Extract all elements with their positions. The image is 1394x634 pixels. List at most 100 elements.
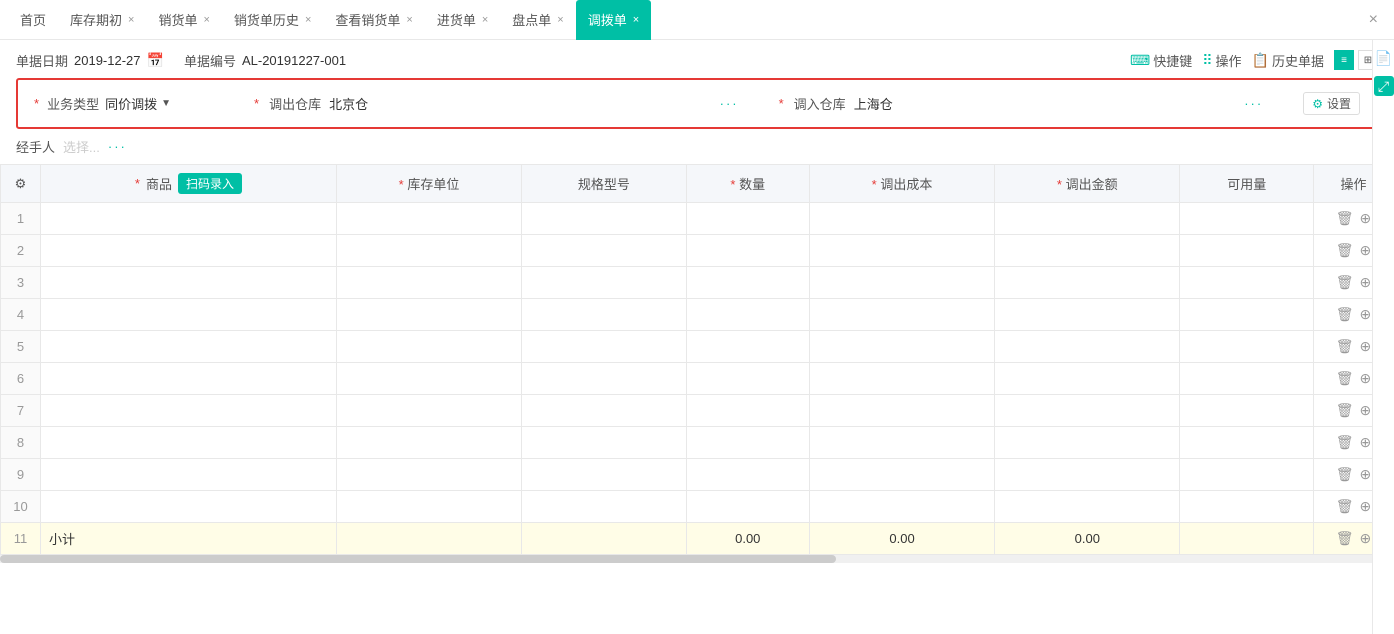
row-transfer-amount[interactable] — [995, 203, 1180, 235]
row-unit[interactable] — [336, 427, 521, 459]
row-available[interactable] — [1180, 203, 1314, 235]
scan-input-button[interactable]: 扫码录入 — [178, 173, 242, 194]
sidebar-doc-icon[interactable]: 📄 — [1374, 48, 1394, 68]
row-quantity[interactable] — [686, 267, 809, 299]
row-spec[interactable] — [522, 203, 687, 235]
tab-close-transfer-order[interactable]: × — [633, 14, 639, 26]
row-unit[interactable] — [336, 331, 521, 363]
row-quantity[interactable] — [686, 459, 809, 491]
row-spec[interactable] — [522, 395, 687, 427]
shortcut-key-button[interactable]: ⌨ 快捷键 — [1130, 51, 1192, 70]
row-delete-icon[interactable]: 🗑 — [1336, 242, 1354, 259]
tab-close-inventory-init[interactable]: × — [128, 14, 134, 26]
row-product[interactable] — [41, 331, 337, 363]
tab-transfer-order[interactable]: 调拨单 × — [576, 0, 651, 40]
row-delete-icon[interactable]: 🗑 — [1336, 530, 1354, 547]
row-quantity[interactable] — [686, 363, 809, 395]
gear-column-header[interactable]: ⚙ — [1, 165, 41, 203]
operations-button[interactable]: ⠿ 操作 — [1202, 51, 1241, 70]
row-unit[interactable] — [336, 363, 521, 395]
row-unit[interactable] — [336, 395, 521, 427]
row-quantity[interactable] — [686, 427, 809, 459]
row-transfer-amount[interactable] — [995, 363, 1180, 395]
row-product[interactable] — [41, 235, 337, 267]
row-product[interactable] — [41, 491, 337, 523]
row-transfer-cost[interactable] — [809, 331, 994, 363]
row-product[interactable] — [41, 427, 337, 459]
row-spec[interactable] — [522, 363, 687, 395]
row-available[interactable] — [1180, 235, 1314, 267]
row-unit[interactable] — [336, 267, 521, 299]
tab-home[interactable]: 首页 — [8, 0, 58, 40]
row-spec[interactable] — [522, 299, 687, 331]
row-delete-icon[interactable]: 🗑 — [1336, 210, 1354, 227]
row-copy-icon[interactable]: ⊕ — [1360, 434, 1372, 451]
business-type-dropdown[interactable]: 同价调拨 ▼ — [105, 94, 171, 113]
tab-inventory-count[interactable]: 盘点单 × — [500, 0, 575, 40]
row-transfer-amount[interactable] — [995, 235, 1180, 267]
row-transfer-amount[interactable] — [995, 491, 1180, 523]
row-transfer-cost[interactable] — [809, 299, 994, 331]
row-quantity[interactable] — [686, 491, 809, 523]
row-spec[interactable] — [522, 459, 687, 491]
row-unit[interactable] — [336, 491, 521, 523]
row-transfer-cost[interactable] — [809, 267, 994, 299]
row-transfer-cost[interactable] — [809, 395, 994, 427]
row-copy-icon[interactable]: ⊕ — [1360, 306, 1372, 323]
row-copy-icon[interactable]: ⊕ — [1360, 210, 1372, 227]
row-product[interactable] — [41, 299, 337, 331]
row-delete-icon[interactable]: 🗑 — [1336, 274, 1354, 291]
tab-inventory-init[interactable]: 库存期初 × — [58, 0, 146, 40]
row-copy-icon[interactable]: ⊕ — [1360, 274, 1372, 291]
calendar-icon[interactable]: 📅 — [147, 52, 164, 69]
row-transfer-amount[interactable] — [995, 427, 1180, 459]
tab-close-sales-history[interactable]: × — [305, 14, 311, 26]
row-available[interactable] — [1180, 331, 1314, 363]
row-transfer-cost[interactable] — [809, 203, 994, 235]
row-copy-icon[interactable]: ⊕ — [1360, 370, 1372, 387]
history-button[interactable]: 📋 历史单据 — [1252, 51, 1324, 70]
tab-sales-history[interactable]: 销货单历史 × — [222, 0, 323, 40]
row-quantity[interactable] — [686, 331, 809, 363]
tab-purchase-order[interactable]: 进货单 × — [425, 0, 500, 40]
row-unit[interactable] — [336, 235, 521, 267]
settings-button[interactable]: ⚙ 设置 — [1303, 92, 1360, 115]
row-transfer-amount[interactable] — [995, 459, 1180, 491]
row-quantity[interactable] — [686, 299, 809, 331]
row-transfer-cost[interactable] — [809, 363, 994, 395]
row-transfer-cost[interactable] — [809, 491, 994, 523]
row-unit[interactable] — [336, 459, 521, 491]
row-copy-icon[interactable]: ⊕ — [1360, 498, 1372, 515]
tab-close-purchase-order[interactable]: × — [482, 14, 488, 26]
tab-close-view-sales[interactable]: × — [406, 14, 412, 26]
row-delete-icon[interactable]: 🗑 — [1336, 498, 1354, 515]
row-copy-icon[interactable]: ⊕ — [1360, 530, 1372, 547]
tab-close-inventory-count[interactable]: × — [557, 14, 563, 26]
row-product[interactable] — [41, 459, 337, 491]
row-delete-icon[interactable]: 🗑 — [1336, 466, 1354, 483]
tab-sales-order[interactable]: 销货单 × — [146, 0, 221, 40]
row-spec[interactable] — [522, 267, 687, 299]
window-close-button[interactable]: × — [1361, 11, 1386, 29]
row-transfer-cost[interactable] — [809, 459, 994, 491]
row-delete-icon[interactable]: 🗑 — [1336, 370, 1354, 387]
row-available[interactable] — [1180, 427, 1314, 459]
row-available[interactable] — [1180, 299, 1314, 331]
row-available[interactable] — [1180, 491, 1314, 523]
horizontal-scrollbar[interactable] — [0, 555, 1394, 563]
warehouse-out-more-button[interactable]: ··· — [720, 96, 739, 111]
row-available[interactable] — [1180, 267, 1314, 299]
row-product[interactable] — [41, 363, 337, 395]
row-spec[interactable] — [522, 427, 687, 459]
row-delete-icon[interactable]: 🗑 — [1336, 402, 1354, 419]
row-delete-icon[interactable]: 🗑 — [1336, 434, 1354, 451]
warehouse-in-more-button[interactable]: ··· — [1244, 96, 1263, 111]
row-quantity[interactable] — [686, 235, 809, 267]
row-quantity[interactable] — [686, 203, 809, 235]
handler-more-button[interactable]: ··· — [108, 139, 127, 154]
row-product[interactable] — [41, 267, 337, 299]
tab-view-sales[interactable]: 查看销货单 × — [323, 0, 424, 40]
tab-close-sales-order[interactable]: × — [203, 14, 209, 26]
row-copy-icon[interactable]: ⊕ — [1360, 242, 1372, 259]
row-unit[interactable] — [336, 203, 521, 235]
